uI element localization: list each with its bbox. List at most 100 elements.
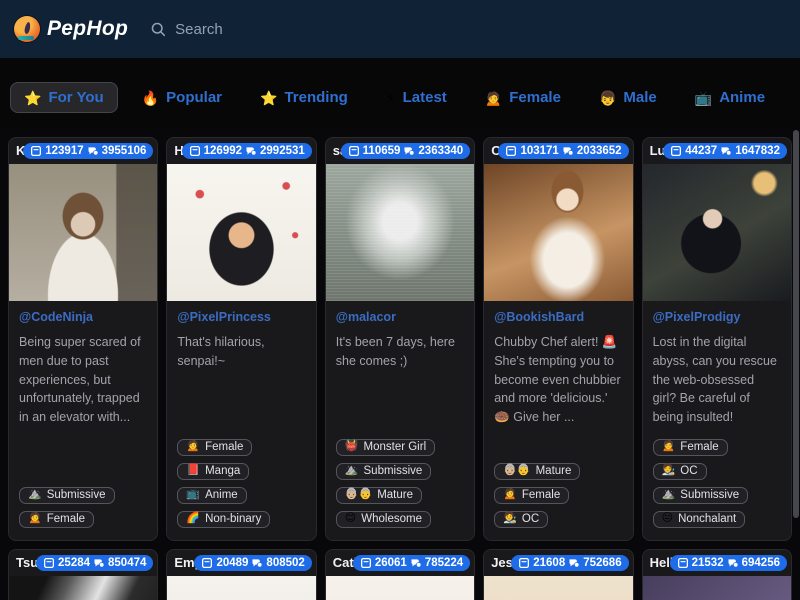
tag-list: 👵🏼👵 Mature 🙍 Female 🧑‍🎨 OC: [494, 463, 622, 528]
character-image[interactable]: [326, 576, 474, 600]
tab-icon: 📺: [695, 91, 712, 105]
chat-count: 2992531: [260, 145, 305, 157]
search-input[interactable]: [175, 21, 475, 38]
stats-badge: 21608 752686: [511, 555, 628, 571]
character-card[interactable]: Cathlee 26061 785224: [325, 549, 475, 600]
tag-mature[interactable]: 👵🏼👵 Mature: [494, 463, 580, 480]
character-card[interactable]: Tsunde 25284 850474: [8, 549, 158, 600]
chat-bubbles-icon: [93, 557, 105, 569]
tab-female[interactable]: 🙍 Female: [471, 82, 575, 113]
author-link[interactable]: @BookishBard: [494, 310, 622, 324]
tag-list: 🙍 Female 🧑‍🎨 OC ⛰️ Submissive 😐 Nonchala…: [653, 439, 781, 528]
tag-female[interactable]: 🙍 Female: [19, 511, 94, 528]
tab-for-you[interactable]: ⭐ For You: [10, 82, 118, 113]
character-card[interactable]: sadal 110659 2363340 @malacor It's been …: [325, 137, 475, 541]
tag-icon: 🙍: [28, 513, 42, 524]
scrollbar-thumb[interactable]: [793, 130, 799, 518]
tag-non-binary[interactable]: 🌈 Non-binary: [177, 511, 270, 528]
chat-bubbles-icon: [727, 557, 739, 569]
tag-female[interactable]: 🙍 Female: [177, 439, 252, 456]
character-image[interactable]: [484, 164, 632, 301]
card-header: sadal 110659 2363340: [326, 138, 474, 164]
character-description: Being super scared of men due to past ex…: [19, 333, 147, 427]
character-image[interactable]: [167, 576, 315, 600]
tag-oc[interactable]: 🧑‍🎨 OC: [494, 511, 548, 528]
tag-submissive[interactable]: ⛰️ Submissive: [336, 463, 432, 480]
tab-icon: 👦: [599, 91, 616, 105]
tag-label: Female: [47, 513, 85, 525]
character-card[interactable]: Kazu 123917 3955106 @CodeNinja Being sup…: [8, 137, 158, 541]
tab-latest[interactable]: ⚡ Latest: [372, 82, 461, 113]
chat-bubbles-icon: [251, 557, 263, 569]
tag-mature[interactable]: 👵🏼👵 Mature: [336, 487, 422, 504]
tag-nonchalant[interactable]: 😐 Nonchalant: [653, 511, 746, 528]
stats-badge: 25284 850474: [36, 555, 153, 571]
tab-male[interactable]: 👦 Male: [585, 82, 671, 113]
tag-submissive[interactable]: ⛰️ Submissive: [653, 487, 749, 504]
search-icon: [150, 21, 167, 38]
tag-monster-girl[interactable]: 👹 Monster Girl: [336, 439, 435, 456]
card-header: Lucy 44237 1647832: [643, 138, 791, 164]
tag-label: OC: [680, 465, 697, 477]
tag-female[interactable]: 🙍 Female: [653, 439, 728, 456]
card-header: Haya 126992 2992531: [167, 138, 315, 164]
pephop-logo[interactable]: PepHop: [14, 16, 128, 42]
tab-icon: 🔥: [142, 91, 159, 105]
character-image[interactable]: [167, 164, 315, 301]
character-card[interactable]: Lucy 44237 1647832 @PixelProdigy Lost in…: [642, 137, 792, 541]
card-header: Tsunde 25284 850474: [9, 550, 157, 576]
tab-trending[interactable]: ⭐ Trending: [246, 82, 362, 113]
character-image[interactable]: [643, 164, 791, 301]
author-link[interactable]: @CodeNinja: [19, 310, 147, 324]
stats-badge: 26061 785224: [353, 555, 470, 571]
stats-badge: 123917 3955106: [23, 143, 153, 159]
chat-bubbles-icon: [87, 145, 99, 157]
stats-badge: 126992 2992531: [182, 143, 312, 159]
character-grid: Kazu 123917 3955106 @CodeNinja Being sup…: [0, 129, 800, 600]
card-header: Hell's a 21532 694256: [643, 550, 791, 576]
character-card[interactable]: Jessie 21608 752686: [483, 549, 633, 600]
message-count: 21608: [533, 557, 565, 569]
tag-label: Submissive: [364, 465, 423, 477]
character-card[interactable]: Haya 126992 2992531 @PixelPrincess That'…: [166, 137, 316, 541]
message-square-icon: [505, 145, 517, 157]
character-card[interactable]: Empty S 20489 808502: [166, 549, 316, 600]
chat-bubbles-icon: [410, 557, 422, 569]
tab-popular[interactable]: 🔥 Popular: [128, 82, 236, 113]
message-square-icon: [360, 557, 372, 569]
category-tabs: ⭐ For You 🔥 Popular ⭐ Trending ⚡ Latest …: [0, 58, 800, 129]
card-header: Empty S 20489 808502: [167, 550, 315, 576]
chat-bubbles-icon: [562, 145, 574, 157]
chat-count: 2363340: [418, 145, 463, 157]
tag-oc[interactable]: 🧑‍🎨 OC: [653, 463, 707, 480]
tag-icon: 😊: [345, 513, 356, 524]
tab-game[interactable]: 🎮 Game: [789, 82, 800, 113]
tab-label: Male: [623, 89, 656, 106]
tag-female[interactable]: 🙍 Female: [494, 487, 569, 504]
character-description: It's been 7 days, here she comes ;): [336, 333, 464, 371]
tag-anime[interactable]: 📺 Anime: [177, 487, 246, 504]
message-count: 44237: [685, 145, 717, 157]
chat-count: 3955106: [102, 145, 147, 157]
character-description: Chubby Chef alert! 🚨 She's tempting you …: [494, 333, 622, 427]
tag-label: Female: [205, 441, 243, 453]
search-box[interactable]: [150, 21, 786, 38]
author-link[interactable]: @PixelPrincess: [177, 310, 305, 324]
character-image[interactable]: [326, 164, 474, 301]
tag-manga[interactable]: 📕 Manga: [177, 463, 249, 480]
tab-anime[interactable]: 📺 Anime: [681, 82, 779, 113]
tag-submissive[interactable]: ⛰️ Submissive: [19, 487, 115, 504]
character-card[interactable]: Chef 103171 2033652 @BookishBard Chubby …: [483, 137, 633, 541]
tag-wholesome[interactable]: 😊 Wholesome: [336, 511, 431, 528]
author-link[interactable]: @PixelProdigy: [653, 310, 781, 324]
chat-count: 2033652: [577, 145, 622, 157]
character-image[interactable]: [484, 576, 632, 600]
character-image[interactable]: [9, 576, 157, 600]
tag-label: Nonchalant: [678, 513, 736, 525]
character-image[interactable]: [643, 576, 791, 600]
message-square-icon: [43, 557, 55, 569]
pephop-logo-icon: [14, 16, 40, 42]
character-image[interactable]: [9, 164, 157, 301]
author-link[interactable]: @malacor: [336, 310, 464, 324]
character-card[interactable]: Hell's a 21532 694256: [642, 549, 792, 600]
